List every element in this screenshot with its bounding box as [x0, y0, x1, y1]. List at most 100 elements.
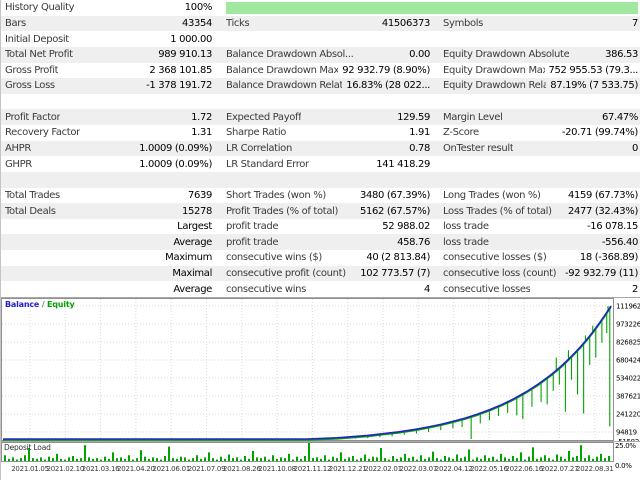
- stat-cell: Ticks 41506373: [212, 18, 430, 29]
- stats-row: Gross Loss -1 378 191.72 Balance Drawdown …: [1, 78, 640, 94]
- stat-value: 1.72: [191, 111, 212, 123]
- stat-label: Total Deals: [5, 205, 56, 217]
- svg-text:-51582: -51582: [616, 438, 639, 441]
- stat-label: Loss Trades (% of total): [443, 205, 552, 217]
- stat-cell: Equity Drawdown Relative87.19% (7 533.75…: [430, 80, 640, 91]
- stat-cell: Balance Drawdown Maxi... 92 932.79 (8.90%…: [212, 65, 430, 76]
- stat-value: Maximum: [165, 252, 212, 264]
- stat-cell: consecutive losses 2: [430, 284, 640, 295]
- strategy-tester-report: History Quality 100% Bars 43354 Ticks 4150637…: [0, 0, 640, 480]
- stat-value: Average: [173, 283, 212, 295]
- stat-label: consecutive wins: [226, 283, 307, 295]
- stat-value: 129.59: [397, 111, 430, 123]
- time-axis: 0.0% 2021.01.05 2021.02.10 2021.03.16 2021.…: [1, 462, 640, 480]
- stat-label: Z-Score: [443, 127, 479, 139]
- time-axis-tick: 2022.04.12: [434, 465, 473, 473]
- stat-value: 7639: [187, 189, 212, 201]
- time-axis-tick: 2022.07.27: [540, 465, 579, 473]
- legend-balance: Balance: [5, 300, 40, 309]
- stat-value: 40 (2 813.84): [366, 252, 430, 264]
- stat-cell: Sharpe Ratio 1.91: [212, 127, 430, 138]
- stat-cell: Bars 43354: [5, 18, 212, 29]
- stat-cell: Loss Trades (% of total) 2477 (32.43%): [430, 206, 640, 217]
- time-axis-tick: 2022.05.16: [470, 465, 508, 473]
- stat-value: 1 000.00: [170, 33, 212, 45]
- stat-label: Initial Deposit: [5, 33, 69, 45]
- stat-label: Balance Drawdown Relati...: [226, 80, 343, 92]
- stat-value: 0: [631, 142, 638, 154]
- stat-label: Profit Factor: [5, 111, 61, 123]
- stat-cell: Gross Profit 2 368 101.85: [5, 65, 212, 76]
- stat-cell: Expected Payoff 129.59: [212, 112, 430, 123]
- stat-value: 0.00: [409, 49, 430, 61]
- time-axis-tick: 2021.11.12: [293, 465, 332, 473]
- stat-cell: Symbols 7: [430, 18, 640, 29]
- stats-row: [1, 94, 640, 110]
- time-axis-tick: 2021.02.10: [46, 465, 85, 473]
- stats-row: Recovery Factor 1.31 Sharpe Ratio 1.91 Z-Sco…: [1, 125, 640, 141]
- stat-value: 2 368 101.85: [149, 64, 212, 76]
- stat-cell: Equity Drawdown Absolute 386.53: [430, 49, 640, 60]
- stat-label: Equity Drawdown Maximal: [443, 64, 545, 76]
- stat-label: Short Trades (won %): [226, 189, 326, 201]
- stat-value: 752 955.53 (79.3...: [548, 64, 639, 76]
- stat-label: Sharpe Ratio: [226, 127, 287, 139]
- history-quality-progress-fill: [226, 1, 638, 14]
- stat-value: -1 378 191.72: [146, 80, 212, 92]
- stat-label: Recovery Factor: [5, 127, 80, 139]
- stats-row: AHPR 1.0009 (0.09%) LR Correlation 0.78 OnTe…: [1, 140, 640, 157]
- stat-value: 41506373: [381, 17, 430, 29]
- time-axis-tick: 2021.07.09: [187, 465, 226, 473]
- chart-legend: Balance / Equity: [5, 300, 75, 309]
- svg-text:387621: 387621: [616, 393, 640, 401]
- stat-value: 87.19% (7 533.75): [550, 80, 638, 92]
- balance-equity-chart[interactable]: Balance / Equity 1119627 973226 826825 6804…: [1, 298, 640, 441]
- history-quality-progress: [226, 1, 638, 14]
- stat-cell: OnTester result 0: [430, 143, 640, 154]
- stat-cell: Average: [5, 284, 212, 295]
- stat-label: Symbols: [443, 17, 484, 29]
- stat-label: consecutive losses ($): [443, 252, 547, 264]
- svg-text:534022: 534022: [616, 375, 640, 383]
- stats-row: Total Deals 15278 Profit Trades (% of tota…: [1, 203, 640, 219]
- stat-cell: Short Trades (won %) 3480 (67.39%): [212, 190, 430, 201]
- stat-cell: Recovery Factor 1.31: [5, 127, 212, 138]
- stat-cell: Largest: [5, 221, 212, 232]
- stat-value: 0.78: [409, 142, 430, 154]
- stat-cell: Total Deals 15278: [5, 206, 212, 217]
- stat-value: 1.91: [409, 127, 430, 139]
- legend-equity: Equity: [47, 300, 75, 309]
- stat-label: Equity Drawdown Absolute: [443, 49, 570, 61]
- svg-text:826825: 826825: [616, 339, 640, 347]
- time-axis-tick: 2021.10.08: [258, 465, 296, 473]
- stat-cell: Long Trades (won %) 4159 (67.73%): [430, 190, 640, 201]
- deposit-load-title: Deposit Load: [4, 443, 51, 452]
- stat-value: Maximal: [172, 268, 212, 280]
- svg-text:973226: 973226: [616, 321, 640, 329]
- stat-label: AHPR: [5, 142, 31, 154]
- stat-label: Ticks: [226, 17, 250, 29]
- stat-label: Total Trades: [5, 189, 60, 201]
- stat-label: consecutive profit (count): [226, 268, 346, 280]
- stat-value: 1.0009 (0.09%): [139, 158, 212, 170]
- stat-label: Expected Payoff: [226, 111, 302, 123]
- stat-label: OnTester result: [443, 142, 514, 154]
- time-axis-tick: 2022.03.07: [399, 465, 438, 473]
- stats-row: Maximal consecutive profit (count) 102 773…: [1, 265, 640, 282]
- deposit-load-plot: [1, 442, 614, 462]
- stat-value: Average: [173, 236, 212, 248]
- stat-value: 92 932.79 (8.90%): [342, 64, 430, 76]
- stat-cell: consecutive profit (count) 102 773.57 (7): [212, 268, 430, 279]
- stats-row: GHPR 1.0009 (0.09%) LR Standard Error 141 4…: [1, 156, 640, 172]
- stat-cell: profit trade 458.76: [212, 237, 430, 248]
- stat-value: 18 (-368.89): [579, 252, 638, 264]
- stat-cell: consecutive losses ($) 18 (-368.89): [430, 252, 640, 263]
- stat-label: GHPR: [5, 158, 32, 170]
- stat-label: Gross Profit: [5, 64, 59, 76]
- deposit-load-chart[interactable]: Deposit Load 25.0%: [1, 442, 640, 462]
- stat-value: 52 988.02: [382, 221, 430, 233]
- stat-value: 102 773.57 (7): [360, 268, 430, 280]
- stat-label: profit trade: [226, 236, 279, 248]
- stat-value: -20.71 (99.74%): [561, 127, 638, 139]
- time-axis-tick: 2022.08.31: [576, 465, 614, 473]
